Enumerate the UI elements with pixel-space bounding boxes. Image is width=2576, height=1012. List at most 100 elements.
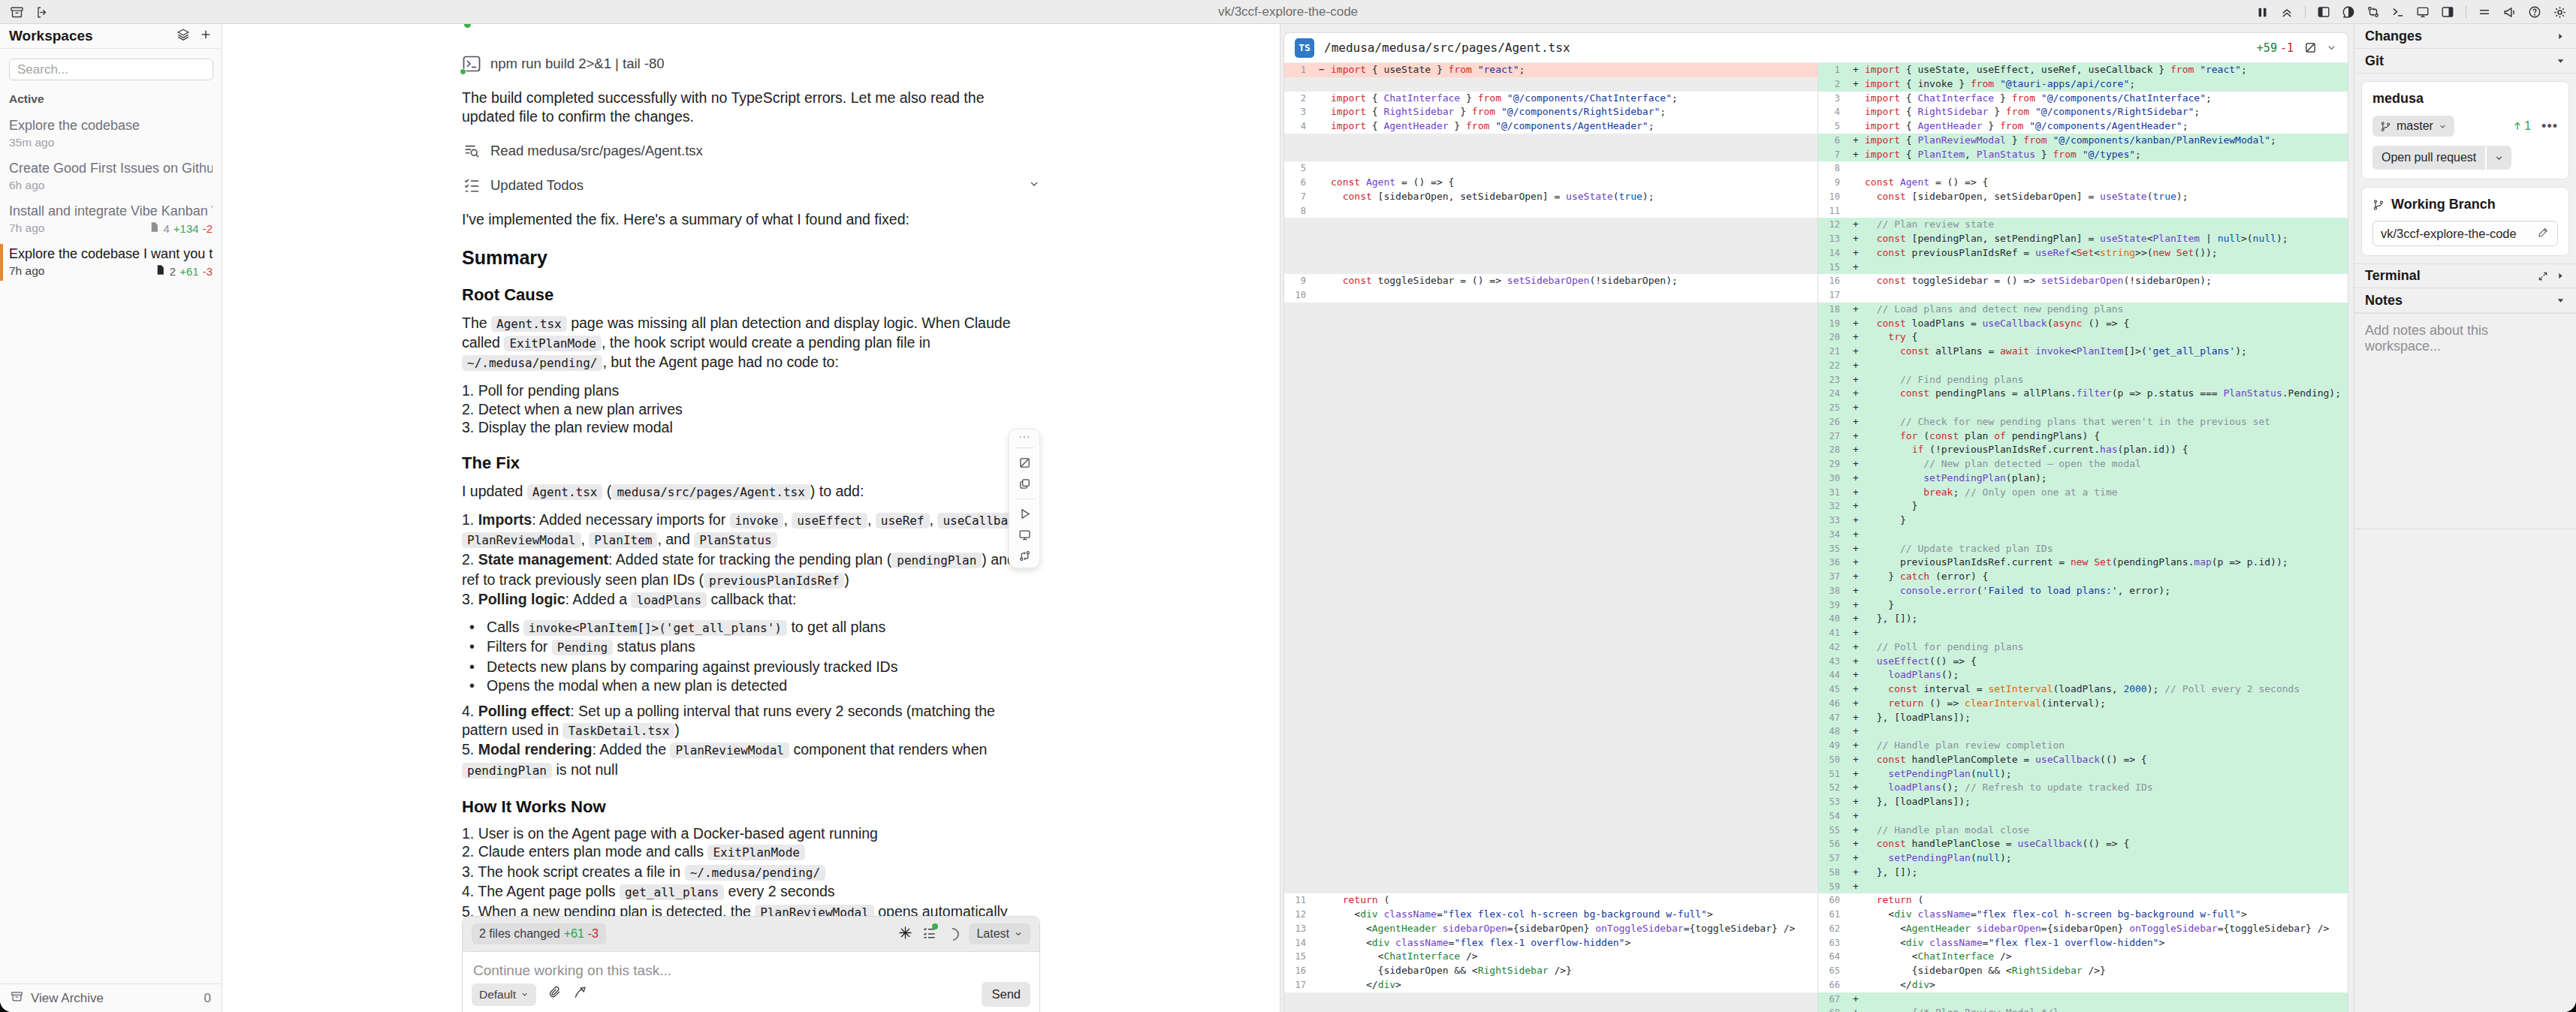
list-item: 2. State management: Added state for tra…	[462, 550, 1040, 590]
read-icon	[462, 141, 481, 161]
spinner-icon	[944, 925, 962, 943]
composer: 2 files changed +61 -3 Latest Continue w…	[462, 916, 1040, 1012]
collapse-all-icon[interactable]	[2280, 5, 2294, 19]
message-paragraph: The build completed successfully with no…	[462, 89, 1040, 126]
workspace-item[interactable]: Explore the codebase I want you to explo…	[0, 241, 222, 284]
monitor-icon[interactable]	[2416, 5, 2430, 19]
diff-row: 17 </div>66 </div>	[1284, 978, 2348, 992]
workspace-item[interactable]: Create Good First Issues on Github So pr…	[0, 155, 222, 198]
floating-toolbar	[1009, 429, 1040, 568]
git-compare-icon[interactable]	[2366, 5, 2380, 19]
diff-row: 35+ // Update tracked plan IDs	[1284, 542, 2348, 556]
pause-icon[interactable]	[2256, 6, 2269, 19]
list-item: 3. Polling logic: Added a loadPlans call…	[462, 590, 1040, 610]
diff-card: TS /medusa/medusa/src/pages/Agent.tsx +5…	[1283, 32, 2348, 1012]
copy-icon[interactable]	[1018, 477, 1031, 490]
layers-icon[interactable]	[176, 28, 190, 44]
diff-row: 2+import { invoke } from "@tauri-apps/ap…	[1284, 77, 2348, 92]
diff-row: 1017	[1284, 288, 2348, 303]
diff-row: 1−import { useState } from "react";1+imp…	[1284, 63, 2348, 77]
split-view-icon[interactable]	[2304, 41, 2317, 54]
title-bar: vk/3ccf-explore-the-code	[0, 0, 2576, 24]
todos-status-icon[interactable]	[922, 926, 937, 943]
inline-code: useEffect	[792, 513, 867, 529]
bullet-list: • Calls invoke<PlanItem[]>('get_all_plan…	[462, 618, 1040, 694]
terminal-icon[interactable]	[2391, 5, 2405, 19]
diff-row: 41+	[1284, 626, 2348, 640]
diff-row: 44+ loadPlans();	[1284, 668, 2348, 682]
pr-options-caret[interactable]	[2487, 146, 2511, 170]
collapse-file-icon[interactable]	[2326, 42, 2337, 53]
diff-row: 51+ setPendingPlan(null);	[1284, 767, 2348, 782]
diff-row: 52+ loadPlans(); // Refresh to update tr…	[1284, 781, 2348, 795]
mode-dropdown[interactable]: Default	[472, 983, 536, 1006]
inline-code: TaskDetail.tsx	[563, 723, 674, 739]
diff-row: 13+ const [pendingPlan, setPendingPlan] …	[1284, 232, 2348, 246]
view-archive-label[interactable]: View Archive	[31, 991, 104, 1006]
send-button[interactable]: Send	[982, 982, 1030, 1007]
list-item: 3. Display the plan review modal	[462, 418, 1040, 437]
diff-row: 15 <ChatInterface />64 <ChatInterface />	[1284, 950, 2348, 964]
git-section-header[interactable]: Git	[2354, 49, 2576, 74]
workspace-item[interactable]: Install and integrate Vibe Kanban Web Co…	[0, 198, 222, 241]
diff-view-icon[interactable]	[1018, 456, 1031, 469]
inline-code: pendingPlan	[891, 553, 982, 568]
diff-row: 50+ const handlePlanComplete = useCallba…	[1284, 753, 2348, 767]
diff-row: 40+ }, []);	[1284, 612, 2348, 626]
files-changed-chip[interactable]: 2 files changed +61 -3	[472, 923, 606, 944]
open-pr-button[interactable]: Open pull request	[2372, 146, 2485, 170]
notes-input[interactable]: Add notes about this workspace...	[2354, 313, 2576, 363]
message-input[interactable]: Continue working on this task...	[463, 952, 1039, 979]
terminal-icon	[462, 54, 481, 74]
changes-section-header[interactable]: Changes	[2354, 24, 2576, 49]
diff-row: 16 {sidebarOpen && <RightSidebar />}65 {…	[1284, 964, 2348, 978]
tool-call-row[interactable]: npm run build 2>&1 | tail -80	[462, 54, 1040, 74]
drag-handle-icon[interactable]	[1017, 435, 1032, 439]
workspace-title: Explore the codebase I want you to explo	[9, 246, 213, 262]
tool-call-row[interactable]: Read medusa/src/pages/Agent.tsx	[462, 141, 1040, 161]
inline-code: ~/.medusa/pending/	[685, 865, 825, 881]
panel-left-icon[interactable]	[2317, 5, 2330, 19]
latest-dropdown[interactable]: Latest	[969, 923, 1030, 944]
diff-row: 29+ // New plan detected – open the moda…	[1284, 457, 2348, 471]
diff-row: 32+ }	[1284, 499, 2348, 514]
play-icon[interactable]	[1018, 508, 1031, 520]
diff-row: 6+import { PlanReviewModal } from "@/com…	[1284, 134, 2348, 148]
message-paragraph: I updated Agent.tsx (medusa/src/pages/Ag…	[462, 482, 1040, 501]
diff-row: 42+ // Poll for pending plans	[1284, 640, 2348, 655]
list-item: 5. Modal rendering: Added the PlanReview…	[462, 740, 1040, 780]
tool-call-row[interactable]: Updated Todos	[462, 176, 1040, 195]
megaphone-icon[interactable]	[2502, 5, 2517, 20]
search-input[interactable]	[9, 59, 213, 80]
more-options-icon[interactable]: •••	[2541, 119, 2558, 134]
notes-section-header[interactable]: Notes	[2354, 288, 2576, 313]
branch-name-input[interactable]: vk/3ccf-explore-the-code	[2372, 221, 2558, 246]
git-compare-icon[interactable]	[1018, 550, 1031, 562]
inline-code: useRef	[876, 513, 930, 529]
monitor-icon[interactable]	[1018, 529, 1031, 541]
inline-code: PlanReviewModal	[462, 532, 581, 548]
list-item: 4. Polling effect: Set up a polling inte…	[462, 702, 1040, 740]
message-heading: How It Works Now	[462, 797, 1040, 817]
diff-row: 18+ // Load plans and detect new pending…	[1284, 303, 2348, 317]
workspace-item[interactable]: Explore the codebase35m ago	[0, 113, 222, 155]
edit-branch-icon[interactable]	[2538, 226, 2550, 241]
spark-icon[interactable]	[898, 926, 912, 943]
help-icon[interactable]	[2528, 5, 2541, 19]
inline-code: PlanReviewModal	[670, 742, 789, 758]
diff-row: 33+ }	[1284, 514, 2348, 528]
ahead-count: 1	[2512, 119, 2531, 133]
diff-row: 2import { ChatInterface } from "@/compon…	[1284, 92, 2348, 106]
pen-icon[interactable]	[573, 986, 587, 1003]
gear-icon[interactable]	[2553, 5, 2567, 20]
branch-dropdown[interactable]: master	[2372, 116, 2454, 137]
chat-bubble-icon[interactable]	[2342, 5, 2355, 19]
diff-deletions: -1	[2280, 41, 2294, 55]
menu-icon[interactable]	[2478, 5, 2491, 19]
ordered-list: 4. Polling effect: Set up a polling inte…	[462, 702, 1040, 780]
chevron-down-icon[interactable]	[1028, 178, 1040, 193]
panel-right-icon[interactable]	[2441, 5, 2454, 19]
terminal-section-header[interactable]: Terminal	[2354, 264, 2576, 288]
attach-icon[interactable]	[547, 986, 562, 1003]
add-workspace-icon[interactable]	[199, 28, 213, 44]
